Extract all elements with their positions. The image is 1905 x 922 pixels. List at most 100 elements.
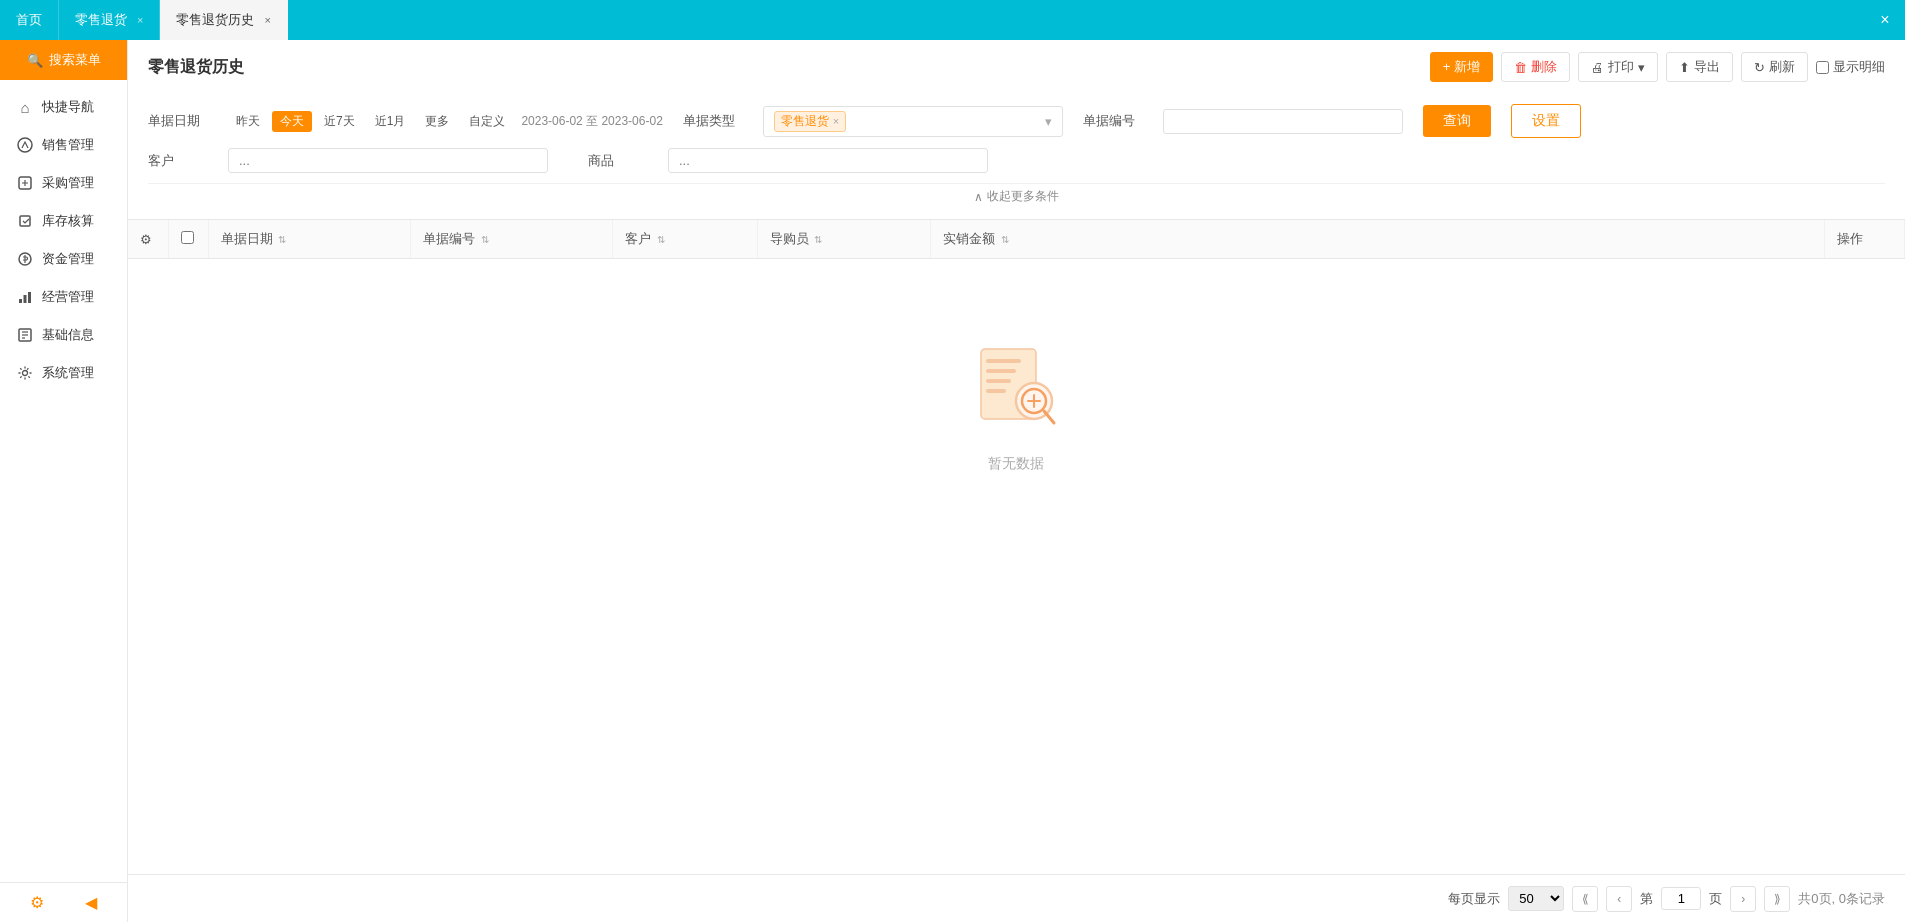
tab-home[interactable]: 首页 — [0, 0, 59, 40]
th-doc-date-label: 单据日期 — [221, 231, 273, 246]
purchase-icon — [16, 174, 34, 192]
sidebar-item-quick-nav[interactable]: ⌂ 快捷导航 — [0, 88, 127, 126]
date-btn-more[interactable]: 更多 — [417, 111, 457, 132]
filter-row-customer: 客户 商品 — [148, 148, 1885, 173]
th-guide[interactable]: 导购员 ⇅ — [757, 220, 930, 259]
customer-input[interactable] — [228, 148, 548, 173]
sidebar-item-finance[interactable]: 资金管理 — [0, 240, 127, 278]
filter-row-date: 单据日期 昨天 今天 近7天 近1月 更多 自定义 2023-06-02 至 2… — [148, 104, 1885, 138]
export-button[interactable]: ⬆ 导出 — [1666, 52, 1733, 82]
doc-number-label: 单据编号 — [1083, 112, 1143, 130]
th-doc-number[interactable]: 单据编号 ⇅ — [410, 220, 612, 259]
page-actions: + 新增 🗑 删除 🖨 打印 ▾ ⬆ 导出 ↻ — [1430, 52, 1885, 82]
th-settings[interactable]: ⚙ — [128, 220, 168, 259]
empty-state: 暂无数据 — [128, 259, 1905, 553]
th-actions-label: 操作 — [1837, 231, 1863, 246]
th-doc-date[interactable]: 单据日期 ⇅ — [208, 220, 410, 259]
display-detail-toggle[interactable]: 显示明细 — [1816, 58, 1885, 76]
refresh-button[interactable]: ↻ 刷新 — [1741, 52, 1808, 82]
doc-type-tag-close[interactable]: × — [833, 115, 839, 127]
sort-doc-date-icon: ⇅ — [278, 234, 286, 245]
sidebar-search-label: 搜索菜单 — [49, 51, 101, 69]
svg-point-0 — [18, 138, 32, 152]
doc-type-select[interactable]: 零售退货 × ▾ — [763, 106, 1063, 137]
th-amount-label: 实销金额 — [943, 231, 995, 246]
svg-rect-2 — [20, 216, 30, 226]
page-first-button[interactable]: ⟪ — [1572, 886, 1598, 912]
svg-rect-13 — [986, 359, 1021, 363]
goods-input[interactable] — [668, 148, 988, 173]
date-options: 昨天 今天 近7天 近1月 更多 自定义 2023-06-02 至 2023-0… — [228, 111, 663, 132]
display-detail-label: 显示明细 — [1833, 58, 1885, 76]
sidebar-settings-button[interactable]: ⚙ — [30, 893, 44, 912]
tab-retail-return-history-close[interactable]: × — [264, 14, 270, 26]
display-detail-checkbox[interactable] — [1816, 61, 1829, 74]
tab-retail-return-history-label: 零售退货历史 — [176, 11, 254, 29]
collapse-icon: ∧ — [974, 190, 983, 204]
svg-point-11 — [23, 371, 28, 376]
query-button[interactable]: 查询 — [1423, 105, 1491, 137]
doc-type-label: 单据类型 — [683, 112, 743, 130]
total-info: 共0页, 0条记录 — [1798, 890, 1885, 908]
page-next-button[interactable]: › — [1730, 886, 1756, 912]
th-doc-number-label: 单据编号 — [423, 231, 475, 246]
tab-retail-return-close[interactable]: × — [137, 14, 143, 26]
delete-button[interactable]: 🗑 删除 — [1501, 52, 1570, 82]
window-close-button[interactable]: × — [1865, 0, 1905, 40]
th-actions: 操作 — [1825, 220, 1905, 259]
th-amount[interactable]: 实销金额 ⇅ — [931, 220, 1825, 259]
print-button[interactable]: 🖨 打印 ▾ — [1578, 52, 1658, 82]
collapse-label: 收起更多条件 — [987, 188, 1059, 205]
sidebar-item-inventory-label: 库存核算 — [42, 212, 94, 230]
settings-button[interactable]: 设置 — [1511, 104, 1581, 138]
sidebar-collapse-button[interactable]: ◀ — [85, 893, 97, 912]
sort-doc-number-icon: ⇅ — [481, 234, 489, 245]
main-layout: 🔍 搜索菜单 ⌂ 快捷导航 销售管理 采购管理 — [0, 40, 1905, 922]
svg-rect-4 — [19, 299, 22, 303]
goods-label: 商品 — [588, 152, 648, 170]
page-number-input[interactable] — [1661, 887, 1701, 910]
sidebar-item-sales-mgmt[interactable]: 销售管理 — [0, 126, 127, 164]
select-all-checkbox[interactable] — [181, 231, 194, 244]
print-icon: 🖨 — [1591, 60, 1604, 75]
page-prev-button[interactable]: ‹ — [1606, 886, 1632, 912]
tab-home-label: 首页 — [16, 11, 42, 29]
page-title-row: 零售退货历史 + 新增 🗑 删除 🖨 打印 ▾ ⬆ 导出 — [148, 52, 1885, 82]
date-range-display: 2023-06-02 至 2023-06-02 — [521, 113, 662, 130]
operations-icon — [16, 288, 34, 306]
sidebar-item-inventory[interactable]: 库存核算 — [0, 202, 127, 240]
sidebar-item-operations[interactable]: 经营管理 — [0, 278, 127, 316]
date-btn-7days[interactable]: 近7天 — [316, 111, 363, 132]
sort-amount-icon: ⇅ — [1001, 234, 1009, 245]
new-button[interactable]: + 新增 — [1430, 52, 1493, 82]
collapse-filter-button[interactable]: ∧ 收起更多条件 — [148, 183, 1885, 209]
sidebar-item-base-info[interactable]: 基础信息 — [0, 316, 127, 354]
tab-retail-return-label: 零售退货 — [75, 11, 127, 29]
date-btn-1month[interactable]: 近1月 — [367, 111, 414, 132]
doc-number-input[interactable] — [1163, 109, 1403, 134]
svg-rect-6 — [28, 292, 31, 303]
date-btn-yesterday[interactable]: 昨天 — [228, 111, 268, 132]
sidebar-search[interactable]: 🔍 搜索菜单 — [0, 40, 127, 80]
export-icon: ⬆ — [1679, 60, 1690, 75]
sys-mgmt-icon — [16, 364, 34, 382]
search-icon: 🔍 — [27, 53, 43, 68]
sidebar-bottom: ⚙ ◀ — [0, 882, 127, 922]
page-last-button[interactable]: ⟫ — [1764, 886, 1790, 912]
sidebar-item-sys-mgmt[interactable]: 系统管理 — [0, 354, 127, 392]
tab-retail-return[interactable]: 零售退货 × — [59, 0, 160, 40]
doc-type-tag-label: 零售退货 — [781, 113, 829, 130]
top-bar: 首页 零售退货 × 零售退货历史 × × — [0, 0, 1905, 40]
sidebar-item-operations-label: 经营管理 — [42, 288, 94, 306]
th-customer[interactable]: 客户 ⇅ — [613, 220, 757, 259]
sales-icon — [16, 136, 34, 154]
svg-rect-5 — [24, 295, 27, 303]
date-btn-today[interactable]: 今天 — [272, 111, 312, 132]
page-size-select[interactable]: 50 100 200 — [1508, 886, 1564, 911]
date-btn-custom[interactable]: 自定义 — [461, 111, 513, 132]
table-settings-icon[interactable]: ⚙ — [140, 232, 152, 247]
filter-area: 单据日期 昨天 今天 近7天 近1月 更多 自定义 2023-06-02 至 2… — [148, 94, 1885, 219]
svg-rect-14 — [986, 369, 1016, 373]
sidebar-item-purchase-mgmt[interactable]: 采购管理 — [0, 164, 127, 202]
tab-retail-return-history[interactable]: 零售退货历史 × — [160, 0, 287, 40]
